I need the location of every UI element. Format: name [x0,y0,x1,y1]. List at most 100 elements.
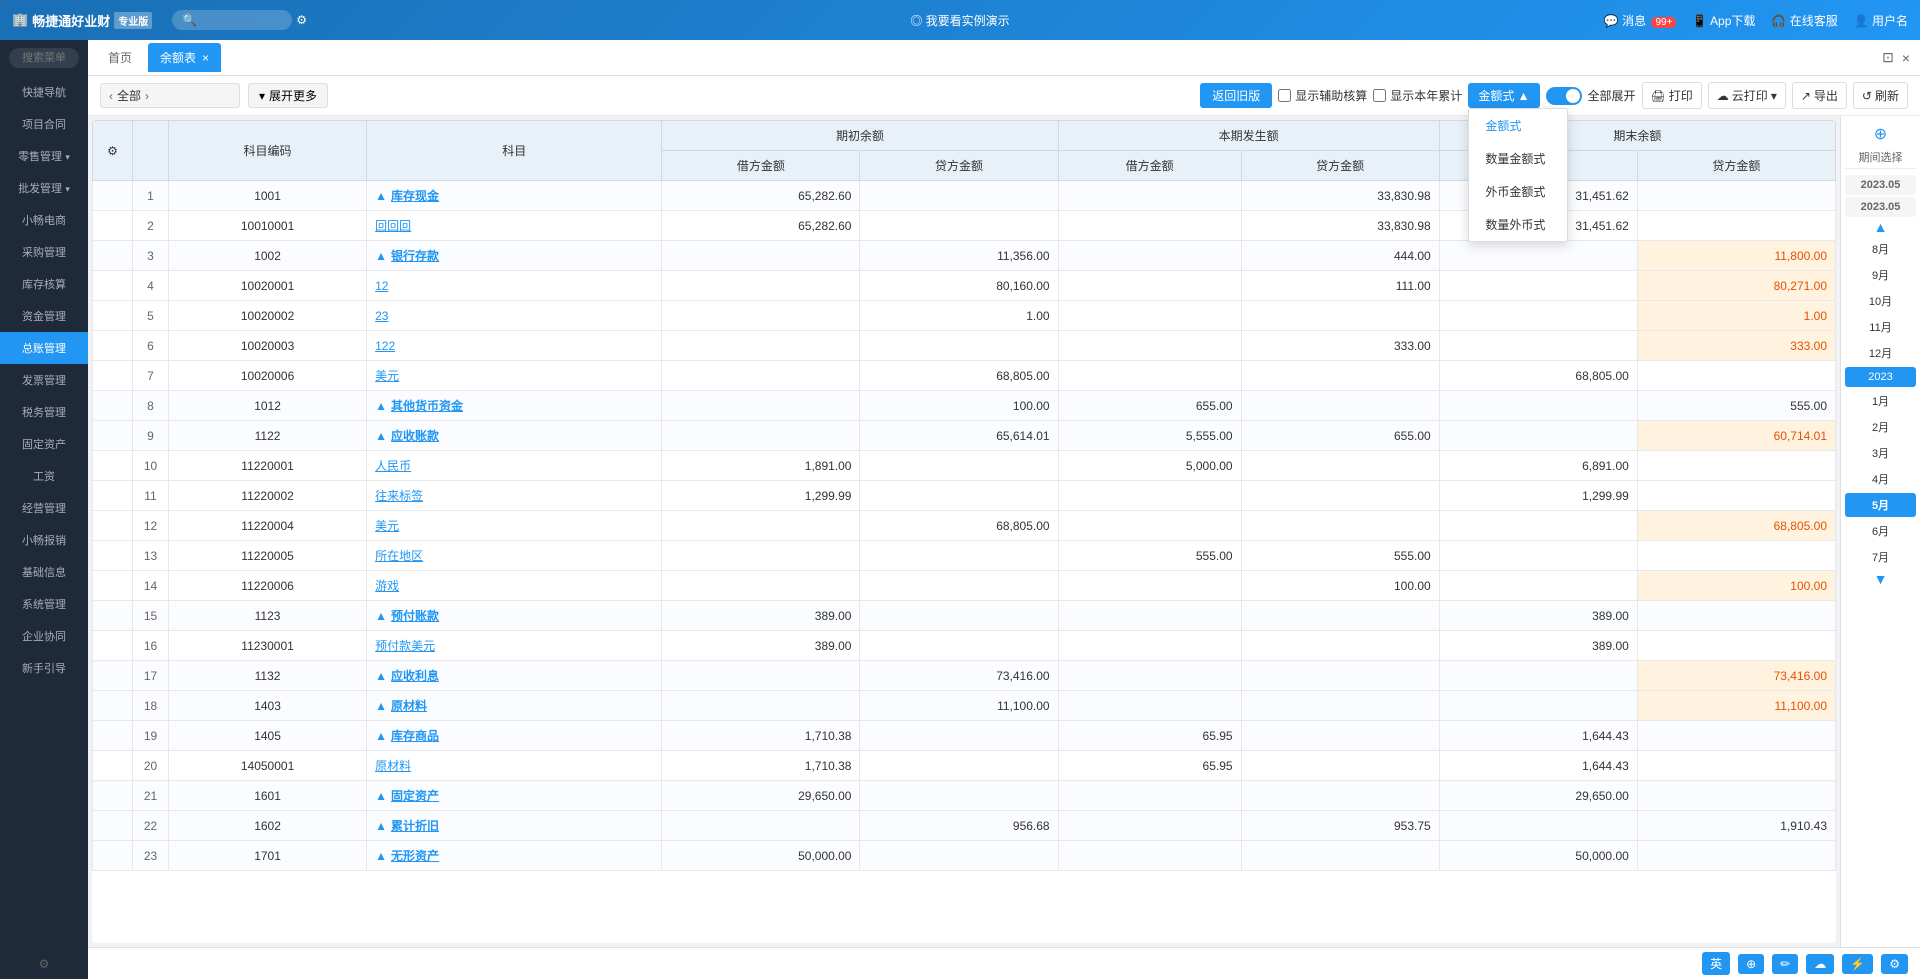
expand-triangle[interactable]: ▲ [375,249,387,263]
period-7[interactable]: 7月 [1845,545,1916,569]
subject-link[interactable]: 23 [375,309,388,323]
export-btn[interactable]: ↗ 导出 [1792,82,1847,109]
subject-link[interactable]: 库存商品 [391,729,439,743]
bottom-btn-settings[interactable]: ⚙ [1881,954,1908,974]
subject-link[interactable]: 累计折旧 [391,819,439,833]
sidebar-item-tax[interactable]: 税务管理 [0,396,88,428]
print-btn[interactable]: 🖨 打印 [1642,82,1702,109]
show-year-checkbox-label[interactable]: 显示本年累计 [1373,87,1462,104]
period-2023-05-end[interactable]: 2023.05 [1845,197,1916,217]
subject-link[interactable]: 银行存款 [391,249,439,263]
expand-triangle[interactable]: ▲ [375,729,387,743]
sidebar-item-guide[interactable]: 新手引导 [0,652,88,684]
expand-triangle[interactable]: ▲ [375,189,387,203]
subject-link[interactable]: 应收账款 [391,429,439,443]
sidebar-item-project[interactable]: 项目合同 [0,108,88,140]
nav-right-arrow[interactable]: › [145,89,149,103]
view-mode-qty-foreign[interactable]: 数量外币式 [1469,208,1567,241]
sidebar-item-payroll[interactable]: 工资 [0,460,88,492]
th-settings[interactable]: ⚙ [93,121,133,181]
subject-link[interactable]: 美元 [375,369,399,383]
expand-triangle[interactable]: ▲ [375,849,387,863]
tab-balance-sheet[interactable]: 余额表 × [148,43,221,72]
period-3[interactable]: 3月 [1845,441,1916,465]
period-2023[interactable]: 2023 [1845,367,1916,387]
show-assist-checkbox[interactable] [1278,89,1291,102]
user-avatar[interactable]: 👤 用户名 [1854,12,1908,29]
expand-more-btn[interactable]: ▾ 展开更多 [248,83,328,108]
bottom-btn-edit[interactable]: ✏ [1772,954,1798,974]
subject-link[interactable]: 其他货币资金 [391,399,463,413]
sidebar-item-ecommerce[interactable]: 小畅电商 [0,204,88,236]
period-1[interactable]: 1月 [1845,389,1916,413]
period-9[interactable]: 9月 [1845,263,1916,287]
message-btn[interactable]: 💬 消息 99+ [1604,12,1677,29]
subject-link[interactable]: 往来标签 [375,489,423,503]
expand-triangle[interactable]: ▲ [375,399,387,413]
period-10[interactable]: 10月 [1845,289,1916,313]
subject-link[interactable]: 所在地区 [375,549,423,563]
view-mode-dropdown[interactable]: 金额式 ▲ 金额式 数量金额式 外币金额式 数量外币式 [1468,83,1539,108]
app-download-btn[interactable]: 📱 App下载 [1692,12,1755,29]
expand-all-toggle[interactable] [1546,87,1582,105]
tab-close-button[interactable]: × [202,51,209,65]
bottom-btn-cloud[interactable]: ☁ [1806,954,1834,974]
period-collapse-btn[interactable]: ⊕ [1845,124,1916,144]
sidebar-item-inventory[interactable]: 库存核算 [0,268,88,300]
view-mode-amount[interactable]: 金额式 [1469,109,1567,142]
expand-triangle[interactable]: ▲ [375,789,387,803]
subject-link[interactable]: 预付款美元 [375,639,435,653]
sidebar-item-expense[interactable]: 小畅报销 [0,524,88,556]
period-collapse-down[interactable]: ▼ [1845,571,1916,587]
period-6[interactable]: 6月 [1845,519,1916,543]
expand-triangle[interactable]: ▲ [375,669,387,683]
period-2023-05-start[interactable]: 2023.05 [1845,175,1916,195]
sidebar-item-cooperation[interactable]: 企业协同 [0,620,88,652]
period-4[interactable]: 4月 [1845,467,1916,491]
subject-link[interactable]: 原材料 [391,699,427,713]
sidebar-item-retail[interactable]: 零售管理 ▾ [0,140,88,172]
sidebar-settings[interactable]: ⚙ [31,949,58,979]
sidebar-item-purchase[interactable]: 采购管理 [0,236,88,268]
online-service-btn[interactable]: 🎧 在线客服 [1771,12,1837,29]
search-bar[interactable]: 🔍 [172,10,292,30]
period-11[interactable]: 11月 [1845,315,1916,339]
back-old-version-btn[interactable]: 返回旧版 [1200,83,1272,108]
refresh-btn[interactable]: ↺ 刷新 [1853,82,1908,109]
subject-link[interactable]: 原材料 [375,759,411,773]
show-assist-checkbox-label[interactable]: 显示辅助核算 [1278,87,1367,104]
subject-link[interactable]: 无形资产 [391,849,439,863]
expand-triangle[interactable]: ▲ [375,429,387,443]
subject-link[interactable]: 预付账款 [391,609,439,623]
close-window-btn[interactable]: × [1900,47,1912,68]
subject-link[interactable]: 12 [375,279,388,293]
bottom-btn-lightning[interactable]: ⚡ [1842,954,1873,974]
cloud-print-btn[interactable]: ☁ 云打印 ▾ [1708,82,1786,109]
period-8[interactable]: 8月 [1845,237,1916,261]
restore-window-btn[interactable]: ⊡ [1880,47,1896,68]
demo-link[interactable]: ◎ 我要看实例演示 [910,12,1009,29]
sidebar-item-wholesale[interactable]: 批发管理 ▾ [0,172,88,204]
nav-left-arrow[interactable]: ‹ [109,89,113,103]
expand-triangle[interactable]: ▲ [375,609,387,623]
tab-home[interactable]: 首页 [96,43,144,72]
sidebar-item-fixed-assets[interactable]: 固定资产 [0,428,88,460]
sidebar-item-system[interactable]: 系统管理 [0,588,88,620]
period-collapse-up[interactable]: ▲ [1845,219,1916,235]
settings-icon[interactable]: ⚙ [296,13,316,27]
sidebar-item-quick-nav[interactable]: 快捷导航 [0,76,88,108]
bottom-btn-lang[interactable]: 英 [1702,952,1730,975]
sidebar-item-operations[interactable]: 经营管理 [0,492,88,524]
expand-triangle[interactable]: ▲ [375,819,387,833]
sidebar-item-ledger[interactable]: 总账管理 [0,332,88,364]
subject-link[interactable]: 库存现金 [391,189,439,203]
view-mode-foreign-amount[interactable]: 外币金额式 [1469,175,1567,208]
bottom-btn-add[interactable]: ⊕ [1738,954,1764,974]
period-12[interactable]: 12月 [1845,341,1916,365]
subject-link[interactable]: 回回回 [375,219,411,233]
subject-link[interactable]: 固定资产 [391,789,439,803]
subject-link[interactable]: 美元 [375,519,399,533]
search-input[interactable] [9,48,79,68]
view-mode-btn[interactable]: 金额式 ▲ [1468,83,1539,108]
subject-link[interactable]: 122 [375,339,395,353]
